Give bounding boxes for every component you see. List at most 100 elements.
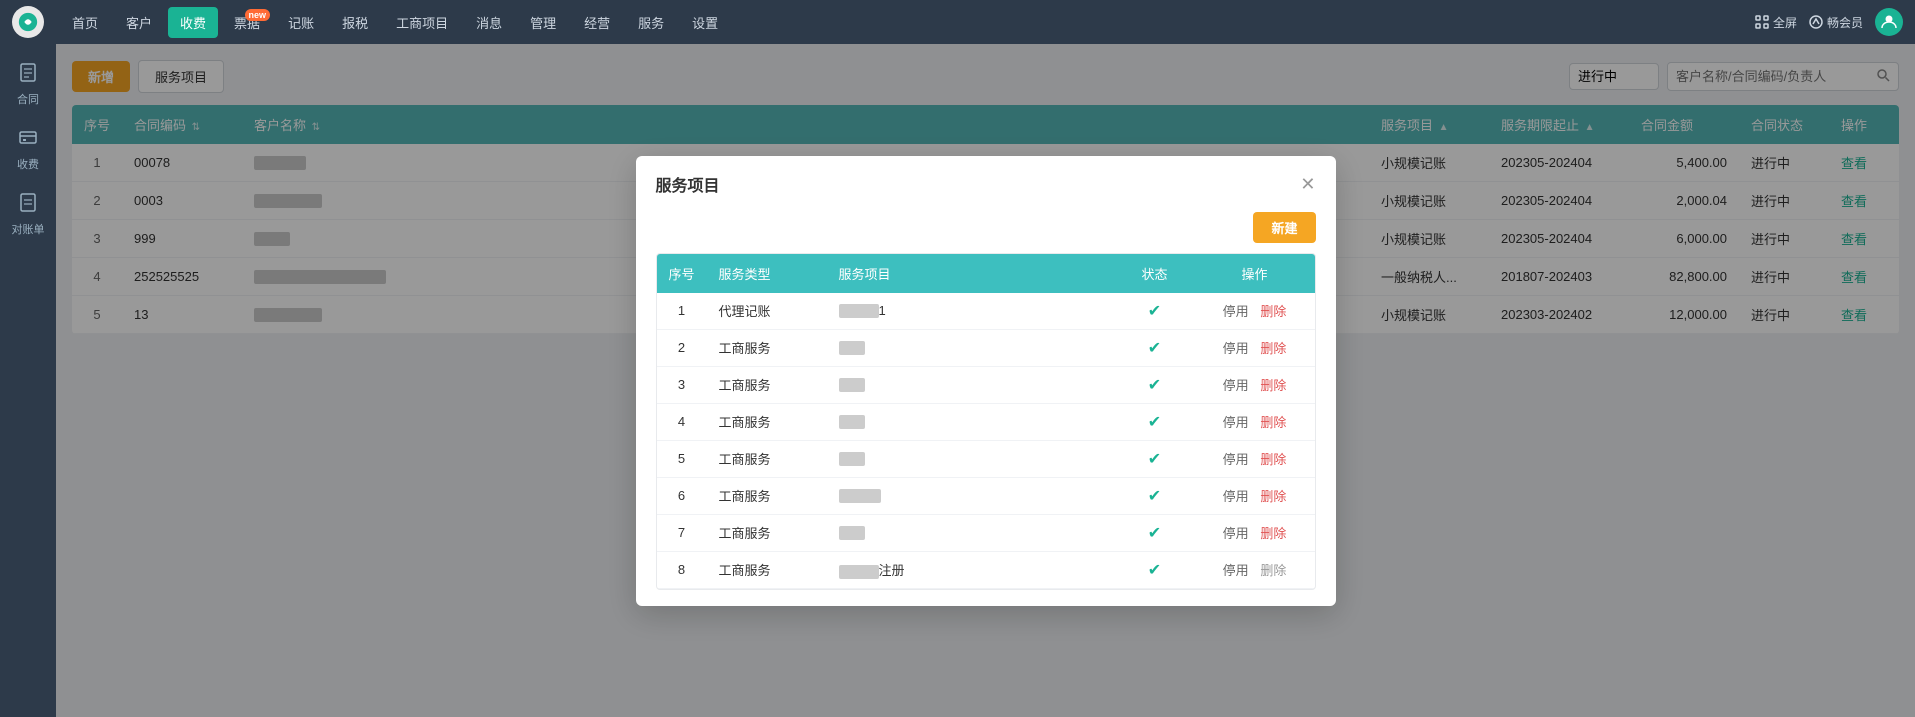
dialog-toolbar: 新建 <box>656 212 1316 243</box>
member-btn[interactable]: 畅会员 <box>1809 14 1863 31</box>
dialog-new-button[interactable]: 新建 <box>1253 212 1315 243</box>
drow-action: 停用 删除 <box>1195 477 1315 514</box>
stop-button[interactable]: 停用 <box>1223 415 1249 430</box>
status-check-icon: ✔ <box>1148 451 1161 468</box>
drow-seq: 4 <box>657 403 707 440</box>
sidebar-item-contract[interactable]: 合同 <box>0 52 56 117</box>
delete-button[interactable]: 删除 <box>1260 378 1286 393</box>
nav-service[interactable]: 服务 <box>626 7 676 38</box>
drow-type: 工商服务 <box>707 551 827 588</box>
dialog-table-row: 7 工商服务 ✔ 停用 删除 <box>657 514 1315 551</box>
drow-seq: 3 <box>657 366 707 403</box>
fullscreen-btn[interactable]: 全屏 <box>1755 14 1797 31</box>
sidebar-item-statement[interactable]: 对账单 <box>0 182 56 247</box>
nav-business[interactable]: 工商项目 <box>384 7 460 38</box>
sidebar-item-charge[interactable]: 收费 <box>0 117 56 182</box>
drow-status: ✔ <box>1115 440 1195 477</box>
top-nav: 首页 客户 收费 票据 new 记账 报税 工商项目 消息 管理 经营 服务 设… <box>0 0 1915 44</box>
drow-item <box>827 477 1115 514</box>
drow-action: 停用 删除 <box>1195 293 1315 330</box>
nav-settings[interactable]: 设置 <box>680 7 730 38</box>
dcol-item: 服务项目 <box>827 254 1115 293</box>
drow-item <box>827 403 1115 440</box>
nav-message[interactable]: 消息 <box>464 7 514 38</box>
dialog-table-row: 1 代理记账 1 ✔ 停用 删除 <box>657 293 1315 330</box>
drow-action: 停用 删除 <box>1195 329 1315 366</box>
drow-type: 代理记账 <box>707 293 827 330</box>
dcol-seq: 序号 <box>657 254 707 293</box>
fullscreen-label: 全屏 <box>1773 14 1797 31</box>
dialog-table-row: 3 工商服务 ✔ 停用 删除 <box>657 366 1315 403</box>
drow-seq: 1 <box>657 293 707 330</box>
drow-item <box>827 366 1115 403</box>
drow-item: 1 <box>827 293 1115 330</box>
drow-action: 停用 删除 <box>1195 403 1315 440</box>
nav-customer[interactable]: 客户 <box>114 7 164 38</box>
delete-button[interactable]: 删除 <box>1260 563 1286 578</box>
drow-type: 工商服务 <box>707 403 827 440</box>
logo[interactable] <box>12 6 44 38</box>
delete-button[interactable]: 删除 <box>1260 341 1286 356</box>
statement-icon <box>18 192 38 217</box>
delete-button[interactable]: 删除 <box>1260 452 1286 467</box>
drow-seq: 8 <box>657 551 707 588</box>
dialog-title: 服务项目 <box>656 172 720 196</box>
stop-button[interactable]: 停用 <box>1223 489 1249 504</box>
drow-seq: 7 <box>657 514 707 551</box>
delete-button[interactable]: 删除 <box>1260 304 1286 319</box>
nav-right: 全屏 畅会员 <box>1755 8 1903 36</box>
dialog-table-row: 2 工商服务 ✔ 停用 删除 <box>657 329 1315 366</box>
status-check-icon: ✔ <box>1148 340 1161 357</box>
status-check-icon: ✔ <box>1148 303 1161 320</box>
sidebar-label-charge: 收费 <box>17 156 39 172</box>
sidebar: 合同 收费 对账单 <box>0 44 56 717</box>
nav-tax[interactable]: 报税 <box>330 7 380 38</box>
stop-button[interactable]: 停用 <box>1223 304 1249 319</box>
drow-item: 注册 <box>827 551 1115 588</box>
dialog-table-wrap: 序号 服务类型 服务项目 状态 操作 1 代理记账 1 ✔ 停用 删除 2 工商… <box>656 253 1316 590</box>
stop-button[interactable]: 停用 <box>1223 563 1249 578</box>
nav-home[interactable]: 首页 <box>60 7 110 38</box>
stop-button[interactable]: 停用 <box>1223 378 1249 393</box>
nav-manage[interactable]: 管理 <box>518 7 568 38</box>
drow-status: ✔ <box>1115 366 1195 403</box>
delete-button[interactable]: 删除 <box>1260 489 1286 504</box>
nav-operation[interactable]: 经营 <box>572 7 622 38</box>
member-label: 畅会员 <box>1827 14 1863 31</box>
drow-status: ✔ <box>1115 403 1195 440</box>
delete-button[interactable]: 删除 <box>1260 415 1286 430</box>
nav-charge[interactable]: 收费 <box>168 7 218 38</box>
drow-type: 工商服务 <box>707 329 827 366</box>
nav-invoice[interactable]: 票据 new <box>222 7 272 38</box>
status-check-icon: ✔ <box>1148 488 1161 505</box>
dialog-overlay[interactable]: 服务项目 ✕ 新建 序号 服务类型 服务项目 状态 操作 <box>56 44 1915 717</box>
drow-seq: 6 <box>657 477 707 514</box>
charge-icon <box>18 127 38 152</box>
nav-bookkeeping[interactable]: 记账 <box>276 7 326 38</box>
dialog-header: 服务项目 ✕ <box>636 156 1336 204</box>
drow-action: 停用 删除 <box>1195 514 1315 551</box>
dialog-close-button[interactable]: ✕ <box>1300 175 1315 193</box>
sidebar-label-contract: 合同 <box>17 91 39 107</box>
delete-button[interactable]: 删除 <box>1260 526 1286 541</box>
new-badge: new <box>245 9 271 21</box>
avatar[interactable] <box>1875 8 1903 36</box>
contract-icon <box>18 62 38 87</box>
stop-button[interactable]: 停用 <box>1223 452 1249 467</box>
stop-button[interactable]: 停用 <box>1223 526 1249 541</box>
drow-seq: 5 <box>657 440 707 477</box>
dcol-type: 服务类型 <box>707 254 827 293</box>
drow-type: 工商服务 <box>707 440 827 477</box>
drow-item <box>827 329 1115 366</box>
drow-status: ✔ <box>1115 293 1195 330</box>
drow-status: ✔ <box>1115 514 1195 551</box>
drow-action: 停用 删除 <box>1195 440 1315 477</box>
drow-status: ✔ <box>1115 477 1195 514</box>
sidebar-label-statement: 对账单 <box>12 221 45 237</box>
drow-type: 工商服务 <box>707 477 827 514</box>
drow-action: 停用 删除 <box>1195 366 1315 403</box>
drow-status: ✔ <box>1115 329 1195 366</box>
dcol-status: 状态 <box>1115 254 1195 293</box>
stop-button[interactable]: 停用 <box>1223 341 1249 356</box>
dialog-table-row: 8 工商服务 注册 ✔ 停用 删除 <box>657 551 1315 588</box>
